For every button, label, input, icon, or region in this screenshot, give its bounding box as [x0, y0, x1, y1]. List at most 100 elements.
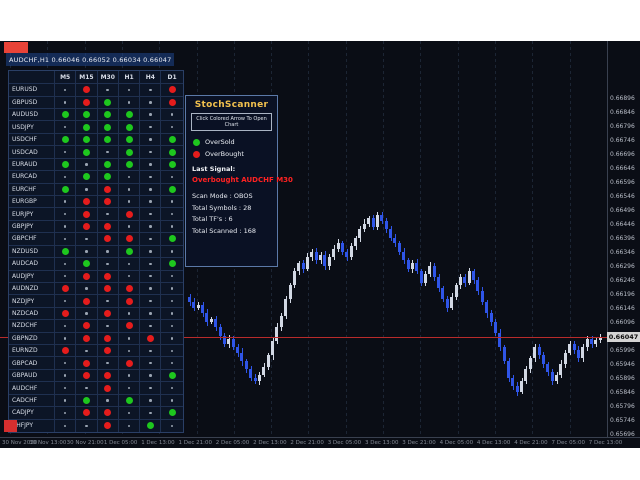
scanner-cell[interactable] [140, 407, 162, 419]
scanner-cell[interactable] [119, 183, 141, 195]
scanner-cell[interactable] [140, 220, 162, 233]
oversold-dot[interactable] [146, 422, 154, 430]
neutral-dot[interactable] [63, 274, 67, 278]
oversold-dot[interactable] [104, 160, 112, 168]
scanner-cell[interactable] [140, 332, 162, 345]
scanner-cell[interactable] [98, 394, 119, 407]
overbought-dot[interactable] [82, 223, 90, 231]
scanner-cell[interactable] [140, 208, 162, 220]
scanner-cell[interactable] [161, 320, 182, 331]
neutral-dot[interactable] [149, 399, 152, 402]
neutral-dot[interactable] [63, 150, 67, 154]
neutral-dot[interactable] [63, 101, 67, 104]
scanner-cell[interactable] [76, 208, 98, 220]
neutral-dot[interactable] [106, 212, 109, 216]
scanner-cell[interactable] [119, 121, 141, 133]
scanner-cell[interactable] [161, 395, 182, 406]
neutral-dot[interactable] [85, 386, 88, 390]
overbought-dot[interactable] [104, 347, 112, 355]
oversold-dot[interactable] [168, 160, 176, 168]
scanner-cell[interactable] [76, 84, 98, 96]
overbought-dot[interactable] [82, 297, 90, 305]
scanner-cell[interactable] [98, 369, 119, 382]
scanner-cell[interactable] [76, 183, 98, 195]
neutral-dot[interactable] [106, 361, 109, 365]
overbought-dot[interactable] [82, 409, 90, 417]
scanner-cell[interactable] [98, 208, 119, 220]
neutral-dot[interactable] [149, 374, 152, 377]
scanner-cell[interactable] [140, 133, 162, 146]
neutral-dot[interactable] [149, 312, 152, 315]
scanner-cell[interactable] [140, 382, 162, 394]
scanner-cell[interactable] [161, 345, 182, 356]
neutral-dot[interactable] [85, 349, 88, 352]
scanner-cell[interactable] [140, 258, 162, 270]
neutral-dot[interactable] [170, 399, 174, 402]
overbought-dot[interactable] [82, 322, 90, 330]
neutral-dot[interactable] [149, 138, 152, 141]
oversold-dot[interactable] [125, 396, 133, 404]
neutral-dot[interactable] [127, 337, 131, 340]
scanner-cell[interactable] [119, 233, 141, 245]
neutral-dot[interactable] [127, 386, 131, 390]
neutral-dot[interactable] [170, 324, 174, 328]
overbought-dot[interactable] [104, 285, 112, 293]
oversold-dot[interactable] [82, 173, 90, 181]
scanner-cell[interactable] [76, 133, 98, 146]
neutral-dot[interactable] [63, 399, 67, 402]
neutral-dot[interactable] [63, 324, 67, 328]
scanner-cell[interactable] [76, 258, 98, 270]
scanner-cell[interactable] [161, 184, 182, 195]
scanner-cell[interactable] [76, 233, 98, 245]
scanner-cell[interactable] [76, 307, 98, 320]
scanner-cell[interactable] [140, 158, 162, 171]
scanner-cell[interactable] [119, 357, 141, 369]
scanner-cell[interactable] [98, 84, 119, 96]
scanner-cell[interactable] [98, 233, 119, 245]
scanner-cell[interactable] [161, 221, 182, 232]
overbought-dot[interactable] [82, 98, 90, 106]
oversold-dot[interactable] [104, 173, 112, 181]
scanner-cell[interactable] [55, 320, 77, 332]
scanner-cell[interactable] [161, 295, 182, 306]
neutral-dot[interactable] [170, 299, 174, 303]
scanner-cell[interactable] [98, 195, 119, 208]
scanner-cell[interactable] [140, 245, 162, 258]
scanner-cell[interactable] [161, 109, 182, 120]
scanner-cell[interactable] [140, 295, 162, 307]
neutral-dot[interactable] [106, 262, 109, 266]
scanner-cell[interactable] [161, 246, 182, 257]
neutral-dot[interactable] [85, 163, 88, 166]
neutral-dot[interactable] [149, 250, 152, 253]
scanner-cell[interactable] [98, 158, 119, 171]
scanner-cell[interactable] [161, 159, 182, 170]
neutral-dot[interactable] [127, 349, 131, 352]
scanner-cell[interactable] [119, 258, 141, 270]
neutral-dot[interactable] [63, 337, 67, 340]
neutral-dot[interactable] [85, 312, 88, 315]
scanner-cell[interactable] [55, 195, 77, 208]
neutral-dot[interactable] [170, 175, 174, 179]
neutral-dot[interactable] [63, 411, 67, 415]
scanner-cell[interactable] [140, 146, 162, 158]
scanner-cell[interactable] [76, 407, 98, 419]
scanner-cell[interactable] [140, 84, 162, 96]
neutral-dot[interactable] [127, 262, 131, 266]
overbought-dot[interactable] [104, 185, 112, 193]
scanner-cell[interactable] [119, 208, 141, 220]
scanner-cell[interactable] [161, 357, 182, 368]
oversold-dot[interactable] [168, 260, 176, 268]
oversold-dot[interactable] [168, 148, 176, 156]
scanner-cell[interactable] [98, 295, 119, 307]
overbought-dot[interactable] [61, 347, 69, 355]
scanner-cell[interactable] [76, 345, 98, 357]
oversold-dot[interactable] [82, 148, 90, 156]
neutral-dot[interactable] [170, 424, 174, 428]
neutral-dot[interactable] [127, 188, 131, 191]
scanner-cell[interactable] [98, 357, 119, 369]
scanner-cell[interactable] [119, 195, 141, 208]
scanner-cell[interactable] [161, 333, 182, 344]
scanner-cell[interactable] [55, 109, 77, 121]
scanner-cell[interactable] [98, 121, 119, 133]
oversold-dot[interactable] [61, 111, 69, 119]
